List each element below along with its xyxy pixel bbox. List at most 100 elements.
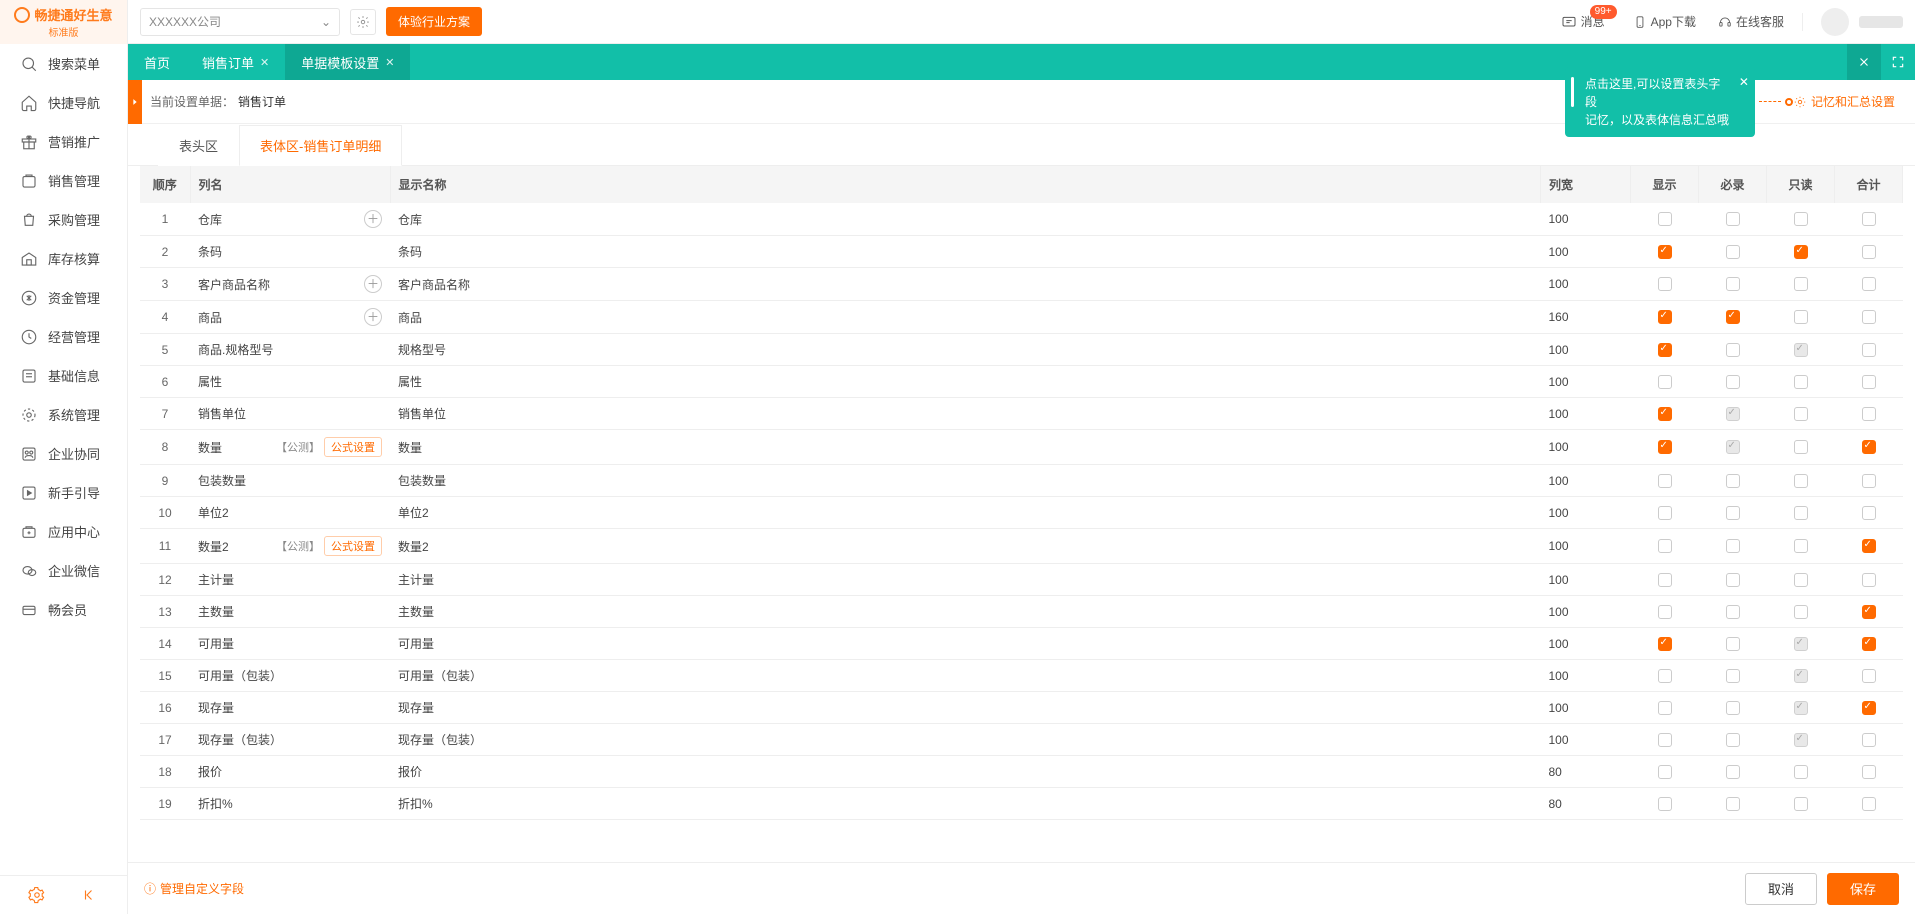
gear-button[interactable] [350,9,376,35]
checkbox[interactable] [1726,277,1740,291]
checkbox[interactable] [1726,343,1740,357]
checkbox[interactable] [1794,245,1808,259]
checkbox[interactable] [1862,506,1876,520]
company-select[interactable]: XXXXXX公司 ⌄ [140,8,340,36]
checkbox[interactable] [1726,375,1740,389]
checkbox[interactable] [1658,733,1672,747]
sidebar-item-purchase[interactable]: 采购管理 [0,200,127,239]
checkbox[interactable] [1658,765,1672,779]
manage-custom-fields-link[interactable]: ⓘ 管理自定义字段 [144,880,244,897]
checkbox[interactable] [1658,539,1672,553]
checkbox[interactable] [1658,212,1672,226]
sidebar-item-search[interactable]: 搜索菜单 [0,44,127,83]
checkbox[interactable] [1794,506,1808,520]
checkbox[interactable] [1794,277,1808,291]
tab-单据模板设置[interactable]: 单据模板设置✕ [285,44,410,80]
checkbox[interactable] [1726,573,1740,587]
checkbox[interactable] [1726,637,1740,651]
checkbox[interactable] [1862,407,1876,421]
sidebar-item-apps[interactable]: 应用中心 [0,512,127,551]
formula-link[interactable]: 公式设置 [324,536,382,556]
checkbox[interactable] [1658,343,1672,357]
service-link[interactable]: 在线客服 [1718,13,1784,30]
checkbox[interactable] [1658,605,1672,619]
checkbox[interactable] [1726,669,1740,683]
sidebar-item-gift[interactable]: 营销推广 [0,122,127,161]
checkbox[interactable] [1862,765,1876,779]
sidebar-item-sales[interactable]: 销售管理 [0,161,127,200]
add-icon[interactable]: ＋ [364,275,382,293]
checkbox[interactable] [1862,733,1876,747]
checkbox[interactable] [1658,245,1672,259]
sidebar-item-member[interactable]: 畅会员 [0,590,127,629]
checkbox[interactable] [1794,765,1808,779]
checkbox[interactable] [1794,407,1808,421]
checkbox[interactable] [1862,605,1876,619]
formula-link[interactable]: 公式设置 [324,437,382,457]
checkbox[interactable] [1862,669,1876,683]
save-button[interactable]: 保存 [1827,873,1899,905]
checkbox[interactable] [1726,245,1740,259]
checkbox[interactable] [1726,474,1740,488]
checkbox[interactable] [1658,310,1672,324]
checkbox[interactable] [1862,245,1876,259]
tab-销售订单[interactable]: 销售订单✕ [186,44,285,80]
checkbox[interactable] [1794,375,1808,389]
checkbox[interactable] [1794,212,1808,226]
checkbox[interactable] [1862,310,1876,324]
fullscreen-toggle[interactable] [1881,44,1915,80]
checkbox[interactable] [1658,797,1672,811]
checkbox[interactable] [1726,310,1740,324]
sidebar-item-biz[interactable]: 经营管理 [0,317,127,356]
messages-link[interactable]: 消息 99+ [1561,13,1605,30]
checkbox[interactable] [1726,765,1740,779]
checkbox[interactable] [1726,212,1740,226]
tab-首页[interactable]: 首页 [128,44,186,80]
checkbox[interactable] [1794,573,1808,587]
crumb-collapse-handle[interactable] [128,80,142,124]
sub-tab[interactable]: 表体区-销售订单明细 [239,125,402,166]
memory-summary-link[interactable]: 记忆和汇总设置 [1793,93,1895,110]
checkbox[interactable] [1658,506,1672,520]
sub-tab[interactable]: 表头区 [158,125,239,166]
checkbox[interactable] [1794,474,1808,488]
avatar[interactable] [1821,8,1849,36]
checkbox[interactable] [1794,310,1808,324]
checkbox[interactable] [1658,277,1672,291]
table-wrap[interactable]: 顺序 列名 显示名称 列宽 显示 必录 只读 合计 1仓库＋仓库1002条码条码… [128,166,1915,862]
checkbox[interactable] [1862,474,1876,488]
checkbox[interactable] [1658,573,1672,587]
checkbox[interactable] [1726,506,1740,520]
checkbox[interactable] [1862,212,1876,226]
sidebar-item-wechat[interactable]: 企业微信 [0,551,127,590]
checkbox[interactable] [1726,605,1740,619]
sidebar-item-coop[interactable]: 企业协同 [0,434,127,473]
tip-close-icon[interactable]: ✕ [1739,73,1749,91]
close-icon[interactable]: ✕ [385,56,394,69]
sidebar-item-fund[interactable]: 资金管理 [0,278,127,317]
checkbox[interactable] [1658,440,1672,454]
checkbox[interactable] [1726,539,1740,553]
add-icon[interactable]: ＋ [364,308,382,326]
checkbox[interactable] [1658,474,1672,488]
close-all-tabs[interactable] [1847,44,1881,80]
checkbox[interactable] [1794,440,1808,454]
checkbox[interactable] [1658,701,1672,715]
sidebar-item-guide[interactable]: 新手引导 [0,473,127,512]
app-download-link[interactable]: App下载 [1633,13,1696,30]
settings-icon[interactable] [28,886,46,904]
sidebar-item-stock[interactable]: 库存核算 [0,239,127,278]
checkbox[interactable] [1794,797,1808,811]
cancel-button[interactable]: 取消 [1745,873,1817,905]
checkbox[interactable] [1862,539,1876,553]
checkbox[interactable] [1862,440,1876,454]
add-icon[interactable]: ＋ [364,210,382,228]
cta-button[interactable]: 体验行业方案 [386,7,482,36]
checkbox[interactable] [1658,407,1672,421]
close-icon[interactable]: ✕ [260,56,269,69]
checkbox[interactable] [1726,733,1740,747]
checkbox[interactable] [1726,701,1740,715]
checkbox[interactable] [1862,375,1876,389]
sidebar-item-system[interactable]: 系统管理 [0,395,127,434]
checkbox[interactable] [1862,277,1876,291]
